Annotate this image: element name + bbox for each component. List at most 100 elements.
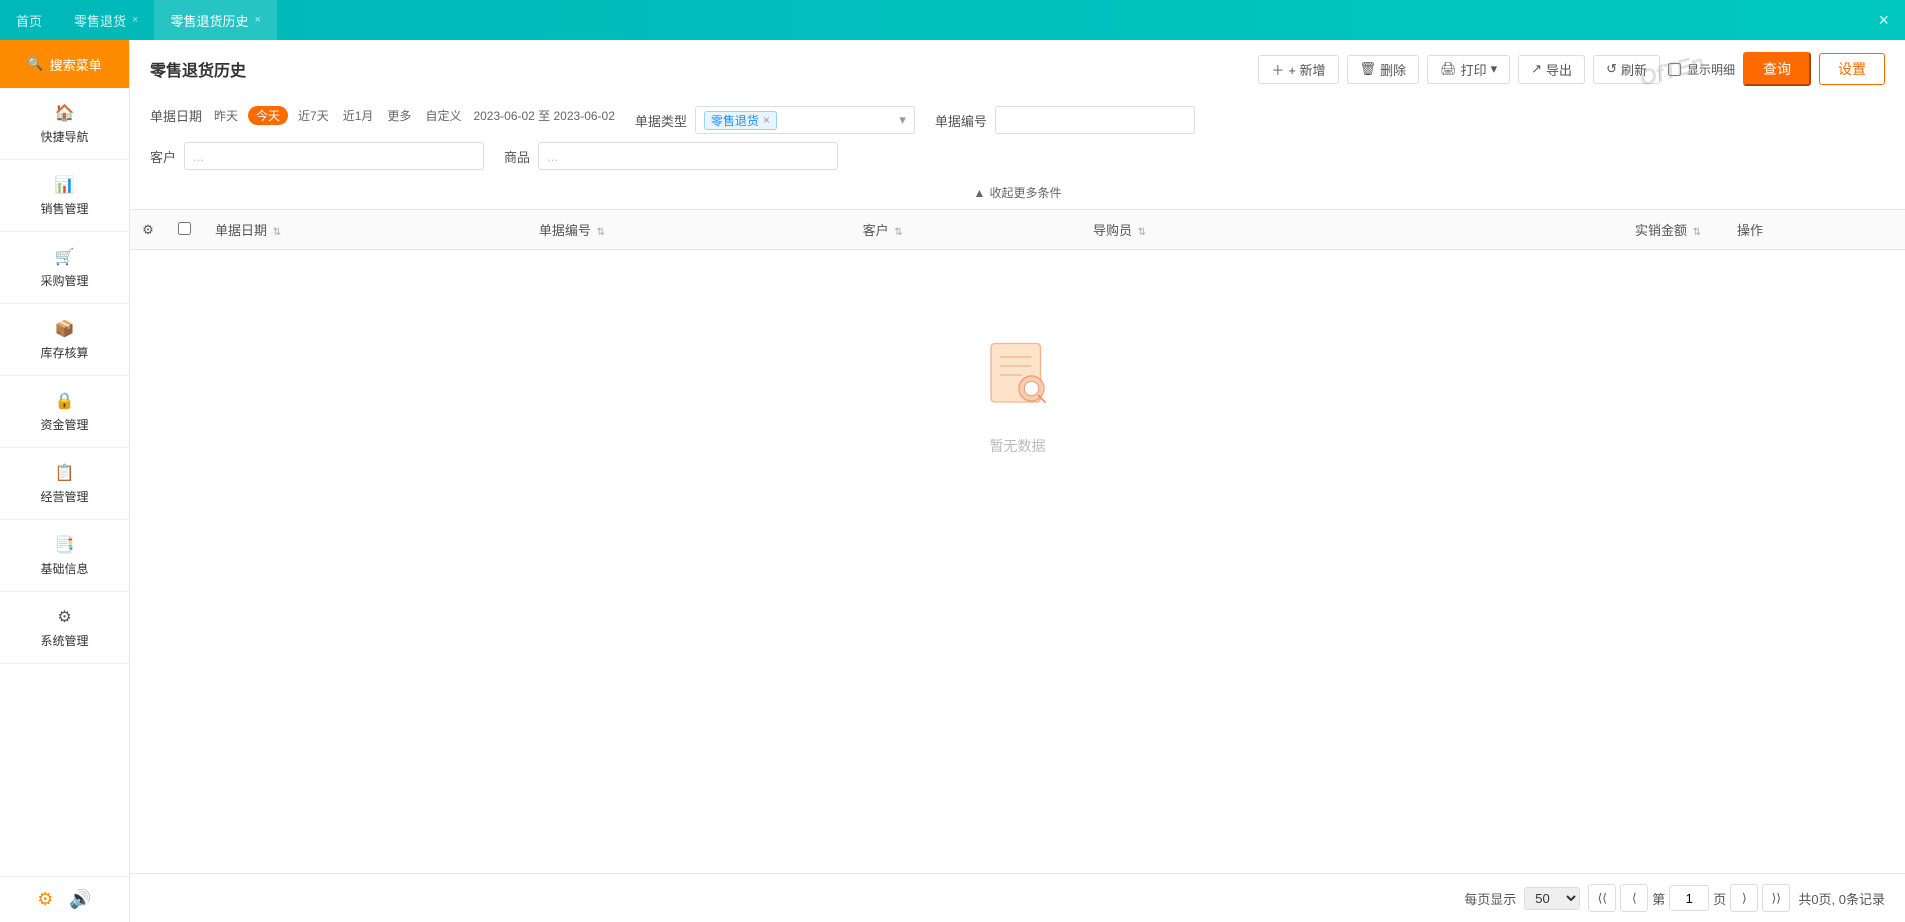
top-bar: 首页 零售退货 × 零售退货历史 × ×: [0, 0, 1905, 40]
filter-row-1: 单据日期 昨天 今天 近7天 近1月 更多 自定义 2023-06-02 至 2…: [150, 106, 1885, 134]
sidebar-item-basicinfo[interactable]: 📑 基础信息: [0, 520, 129, 592]
date-range-display: 2023-06-02 至 2023-06-02: [473, 107, 614, 124]
goods-input[interactable]: ...: [538, 142, 838, 170]
col-customer-sort-icon[interactable]: ⇅: [894, 227, 902, 238]
sidebar-item-purchase[interactable]: 🛒 采购管理: [0, 232, 129, 304]
col-amount-sort-icon[interactable]: ⇅: [1693, 227, 1701, 238]
print-button-label: 打印: [1461, 60, 1487, 79]
content-area: 零售退货历史 ＋ + 新增 🗑 删除 🖨 打印 ▾: [130, 40, 1905, 922]
system-icon: ⚙: [54, 606, 76, 628]
date-opt-yesterday[interactable]: 昨天: [210, 106, 242, 125]
tab-retail-return[interactable]: 零售退货 ×: [58, 0, 154, 40]
sidebar-item-inventory[interactable]: 📦 库存核算: [0, 304, 129, 376]
per-page-select[interactable]: 50 10 20 100: [1524, 887, 1580, 910]
delete-icon: 🗑: [1360, 61, 1377, 77]
quicknav-icon: 🏠: [54, 102, 76, 124]
date-opt-custom[interactable]: 自定义: [421, 106, 465, 125]
date-filter-label: 单据日期: [150, 106, 202, 125]
tab-retail-return-history-label: 零售退货历史: [170, 11, 248, 30]
type-tag-close[interactable]: ×: [763, 113, 770, 127]
table-container: ⚙ 单据日期 ⇅ 单据编号 ⇅: [130, 210, 1905, 873]
voucher-filter-label: 单据编号: [935, 111, 987, 130]
export-button-label: 导出: [1546, 60, 1572, 79]
sidebar-search-label: 搜索菜单: [50, 55, 102, 74]
window-close-button[interactable]: ×: [1862, 10, 1905, 31]
date-opt-more[interactable]: 更多: [383, 106, 415, 125]
data-table: ⚙ 单据日期 ⇅ 单据编号 ⇅: [130, 210, 1905, 250]
page-label-first: 第: [1652, 889, 1665, 908]
col-settings[interactable]: ⚙: [130, 210, 166, 250]
date-opt-1month[interactable]: 近1月: [339, 106, 378, 125]
operations-icon: 📋: [54, 462, 76, 484]
collapse-button[interactable]: ▲ 收起更多条件: [150, 178, 1885, 209]
customer-filter: 客户 ...: [150, 142, 484, 170]
header-actions: ＋ + 新增 🗑 删除 🖨 打印 ▾ ↗ 导出: [1258, 52, 1885, 86]
query-button[interactable]: 查询: [1743, 52, 1811, 86]
page-input[interactable]: [1669, 885, 1709, 911]
new-button[interactable]: ＋ + 新增: [1258, 55, 1338, 84]
display-detail-checkbox[interactable]: [1668, 63, 1681, 76]
settings-bottom-icon[interactable]: ⚙: [37, 889, 53, 910]
purchase-icon: 🛒: [54, 246, 76, 268]
empty-state: 暂无数据: [130, 250, 1905, 516]
tab-retail-return-label: 零售退货: [74, 11, 126, 30]
first-page-button[interactable]: ⟨⟨: [1588, 884, 1616, 912]
refresh-button-label: 刷新: [1621, 60, 1647, 79]
pagination-nav: ⟨⟨ ⟨ 第 页 ⟩ ⟩⟩: [1588, 884, 1790, 912]
sidebar-item-quicknav[interactable]: 🏠 快捷导航: [0, 88, 129, 160]
display-detail-toggle[interactable]: 显示明细: [1668, 61, 1735, 78]
col-action: 操作: [1725, 210, 1905, 250]
sidebar-item-finance[interactable]: 🔒 资金管理: [0, 376, 129, 448]
type-filter-label: 单据类型: [635, 111, 687, 130]
tab-retail-return-history[interactable]: 零售退货历史 ×: [154, 0, 276, 40]
sidebar-item-quicknav-label: 快捷导航: [40, 128, 88, 145]
per-page-label: 每页显示: [1464, 889, 1516, 908]
delete-button[interactable]: 🗑 删除: [1347, 55, 1420, 84]
display-detail-label: 显示明细: [1687, 61, 1735, 78]
sidebar-item-operations[interactable]: 📋 经营管理: [0, 448, 129, 520]
sales-icon: 📊: [54, 174, 76, 196]
date-opt-7days[interactable]: 近7天: [294, 106, 333, 125]
goods-placeholder: ...: [547, 149, 558, 164]
main-layout: 🔍 搜索菜单 🏠 快捷导航 📊 销售管理 🛒 采购管理 📦 库存核算 🔒 资金管…: [0, 40, 1905, 922]
sidebar-item-sales-label: 销售管理: [40, 200, 88, 217]
refresh-icon: ↺: [1606, 61, 1617, 77]
tab-home[interactable]: 首页: [0, 0, 58, 40]
col-voucher-sort-icon[interactable]: ⇅: [596, 227, 604, 238]
col-voucher-label: 单据编号: [539, 223, 591, 238]
tab-retail-return-history-close[interactable]: ×: [254, 14, 260, 26]
volume-icon[interactable]: 🔊: [69, 889, 91, 910]
col-check[interactable]: [166, 210, 203, 250]
tab-retail-return-close[interactable]: ×: [132, 14, 138, 26]
print-button[interactable]: 🖨 打印 ▾: [1427, 55, 1510, 84]
col-date-label: 单据日期: [215, 223, 267, 238]
empty-text: 暂无数据: [990, 436, 1046, 456]
next-page-button[interactable]: ⟩: [1730, 884, 1758, 912]
delete-button-label: 删除: [1380, 60, 1406, 79]
col-guide-sort-icon[interactable]: ⇅: [1138, 227, 1146, 238]
last-page-button[interactable]: ⟩⟩: [1762, 884, 1790, 912]
query-button-label: 查询: [1763, 61, 1791, 77]
print-chevron-icon: ▾: [1491, 61, 1498, 77]
type-select[interactable]: 零售退货 × ▾: [695, 106, 915, 134]
voucher-filter: 单据编号: [935, 106, 1195, 134]
refresh-button[interactable]: ↺ 刷新: [1593, 55, 1660, 84]
sidebar-item-system[interactable]: ⚙ 系统管理: [0, 592, 129, 664]
sidebar-item-system-label: 系统管理: [40, 632, 88, 649]
export-button[interactable]: ↗ 导出: [1518, 55, 1585, 84]
settings-button[interactable]: 设置: [1819, 53, 1885, 85]
print-icon: 🖨: [1440, 61, 1457, 77]
col-date-sort-icon[interactable]: ⇅: [273, 227, 281, 238]
page-header-top: 零售退货历史 ＋ + 新增 🗑 删除 🖨 打印 ▾: [150, 52, 1885, 86]
customer-filter-label: 客户: [150, 147, 176, 166]
voucher-input[interactable]: [995, 106, 1195, 134]
prev-page-button[interactable]: ⟨: [1620, 884, 1648, 912]
col-settings-icon[interactable]: ⚙: [142, 222, 154, 237]
sidebar-item-sales[interactable]: 📊 销售管理: [0, 160, 129, 232]
customer-input[interactable]: ...: [184, 142, 484, 170]
select-all-checkbox[interactable]: [178, 222, 191, 235]
date-opt-today[interactable]: 今天: [248, 106, 288, 125]
collapse-label: 收起更多条件: [989, 184, 1061, 201]
sidebar-search-button[interactable]: 🔍 搜索菜单: [0, 40, 129, 88]
search-icon: 🔍: [27, 56, 43, 72]
